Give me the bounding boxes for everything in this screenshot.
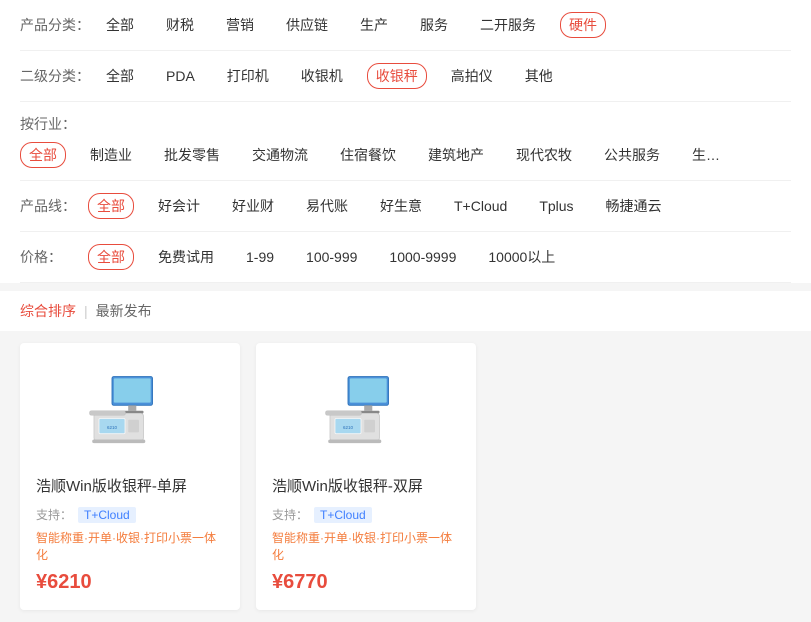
filter-product_line-item-4[interactable]: 好生意 xyxy=(372,194,430,218)
filter-industry-item-8[interactable]: 生… xyxy=(684,143,728,167)
subcategory-filter-row: 二级分类： 全部 PDA 打印机收银机收银秤高拍仪其他 xyxy=(20,51,791,102)
category-label: 产品分类： xyxy=(20,15,90,35)
productline-filter-row: 产品线： 全部好会计好业财易代账好生意 T+Cloud Tplus 畅捷通云 xyxy=(20,181,791,232)
filter-product_line-item-5[interactable]: T+Cloud xyxy=(446,196,515,216)
filter-industry-item-2[interactable]: 批发零售 xyxy=(156,143,228,167)
filter-industry-item-4[interactable]: 住宿餐饮 xyxy=(332,143,404,167)
filter-industry-item-5[interactable]: 建筑地产 xyxy=(420,143,492,167)
product-image-1: 6210 xyxy=(272,363,460,463)
sort-comprehensive[interactable]: 综合排序 xyxy=(20,301,76,321)
sort-latest[interactable]: 最新发布 xyxy=(96,301,152,321)
filter-category-item-6[interactable]: 二开服务 xyxy=(472,13,544,37)
filter-industry-item-6[interactable]: 现代农牧 xyxy=(508,143,580,167)
product-support-badge-1: T+Cloud xyxy=(314,507,372,523)
filter-price-item-4[interactable]: 1000-9999 xyxy=(381,247,464,267)
filter-product_line-item-7[interactable]: 畅捷通云 xyxy=(598,194,670,218)
filter-price-item-0[interactable]: 全部 xyxy=(88,244,134,270)
svg-text:6210: 6210 xyxy=(107,425,118,430)
product-title-1: 浩顺Win版收银秤-双屏 xyxy=(272,475,460,496)
filter-subcategory-item-6[interactable]: 其他 xyxy=(517,64,561,88)
filter-price-item-3[interactable]: 100-999 xyxy=(298,247,365,267)
filter-product_line-item-6[interactable]: Tplus xyxy=(531,196,581,216)
product-card-0[interactable]: 6210 浩顺Win版收银秤-单屏支持： T+Cloud 智能称重·开单·收银·打印… xyxy=(20,343,240,610)
pos-machine-icon: 6210 xyxy=(85,373,175,453)
filter-industry-item-1[interactable]: 制造业 xyxy=(82,143,140,167)
filter-subcategory-item-0[interactable]: 全部 xyxy=(98,64,142,88)
subcategory-label: 二级分类： xyxy=(20,66,90,86)
product-support-label-0: 支持： xyxy=(36,506,72,523)
filter-subcategory-item-4[interactable]: 收银秤 xyxy=(367,63,427,89)
filter-industry-item-7[interactable]: 公共服务 xyxy=(596,143,668,167)
filter-product_line-item-2[interactable]: 好业财 xyxy=(224,194,282,218)
filter-subcategory-item-2[interactable]: 打印机 xyxy=(219,64,277,88)
subcategory-items: 全部 PDA 打印机收银机收银秤高拍仪其他 xyxy=(98,63,561,89)
filter-section: 产品分类： 全部财税营销供应链生产服务二开服务硬件 二级分类： 全部PDA打印机… xyxy=(0,0,811,283)
product-title-0: 浩顺Win版收银秤-单屏 xyxy=(36,475,224,496)
filter-subcategory-item-3[interactable]: 收银机 xyxy=(293,64,351,88)
svg-text:6210: 6210 xyxy=(343,425,354,430)
filter-category-item-2[interactable]: 营销 xyxy=(218,13,262,37)
price-items: 全部免费试用 1-99 100-999 1000-9999 10000以上 xyxy=(88,244,563,270)
product-desc-1: 智能称重·开单·收银·打印小票一体化 xyxy=(272,529,460,563)
product-support-row-1: 支持： T+Cloud xyxy=(272,506,460,523)
filter-price-item-2[interactable]: 1-99 xyxy=(238,247,282,267)
filter-price-item-5[interactable]: 10000以上 xyxy=(480,245,563,269)
filter-category-item-1[interactable]: 财税 xyxy=(158,13,202,37)
sort-bar: 综合排序 | 最新发布 xyxy=(0,291,811,331)
filter-category-item-0[interactable]: 全部 xyxy=(98,13,142,37)
filter-category-item-4[interactable]: 生产 xyxy=(352,13,396,37)
product-price-1: ¥6770 xyxy=(272,571,460,594)
productline-label: 产品线： xyxy=(20,196,80,216)
productline-items: 全部好会计好业财易代账好生意 T+Cloud Tplus 畅捷通云 xyxy=(88,193,670,219)
product-support-badge-0: T+Cloud xyxy=(78,507,136,523)
filter-product_line-item-0[interactable]: 全部 xyxy=(88,193,134,219)
product-desc-0: 智能称重·开单·收银·打印小票一体化 xyxy=(36,529,224,563)
industry-filter-row: 按行业： 全部制造业批发零售交通物流住宿餐饮建筑地产现代农牧公共服务生… xyxy=(20,102,791,181)
category-items: 全部财税营销供应链生产服务二开服务硬件 xyxy=(98,12,606,38)
filter-industry-item-3[interactable]: 交通物流 xyxy=(244,143,316,167)
price-filter-row: 价格： 全部免费试用 1-99 100-999 1000-9999 10000以上 xyxy=(20,232,791,283)
category-filter-row: 产品分类： 全部财税营销供应链生产服务二开服务硬件 xyxy=(20,0,791,51)
product-support-row-0: 支持： T+Cloud xyxy=(36,506,224,523)
sort-divider: | xyxy=(84,303,88,319)
products-area: 6210 浩顺Win版收银秤-单屏支持： T+Cloud 智能称重·开单·收银·打印… xyxy=(0,331,811,622)
filter-subcategory-item-1[interactable]: PDA xyxy=(158,66,203,86)
product-support-label-1: 支持： xyxy=(272,506,308,523)
product-card-1[interactable]: 6210 浩顺Win版收银秤-双屏支持： T+Cloud 智能称重·开单·收银·打印… xyxy=(256,343,476,610)
filter-product_line-item-1[interactable]: 好会计 xyxy=(150,194,208,218)
price-label: 价格： xyxy=(20,247,80,267)
filter-category-item-7[interactable]: 硬件 xyxy=(560,12,606,38)
product-price-0: ¥6210 xyxy=(36,571,224,594)
industry-items: 全部制造业批发零售交通物流住宿餐饮建筑地产现代农牧公共服务生… xyxy=(20,142,728,168)
pos-machine-icon: 6210 xyxy=(321,373,411,453)
filter-subcategory-item-5[interactable]: 高拍仪 xyxy=(443,64,501,88)
industry-label: 按行业： xyxy=(20,114,80,134)
filter-category-item-3[interactable]: 供应链 xyxy=(278,13,336,37)
filter-price-item-1[interactable]: 免费试用 xyxy=(150,245,222,269)
filter-industry-item-0[interactable]: 全部 xyxy=(20,142,66,168)
product-image-0: 6210 xyxy=(36,363,224,463)
filter-product_line-item-3[interactable]: 易代账 xyxy=(298,194,356,218)
filter-category-item-5[interactable]: 服务 xyxy=(412,13,456,37)
